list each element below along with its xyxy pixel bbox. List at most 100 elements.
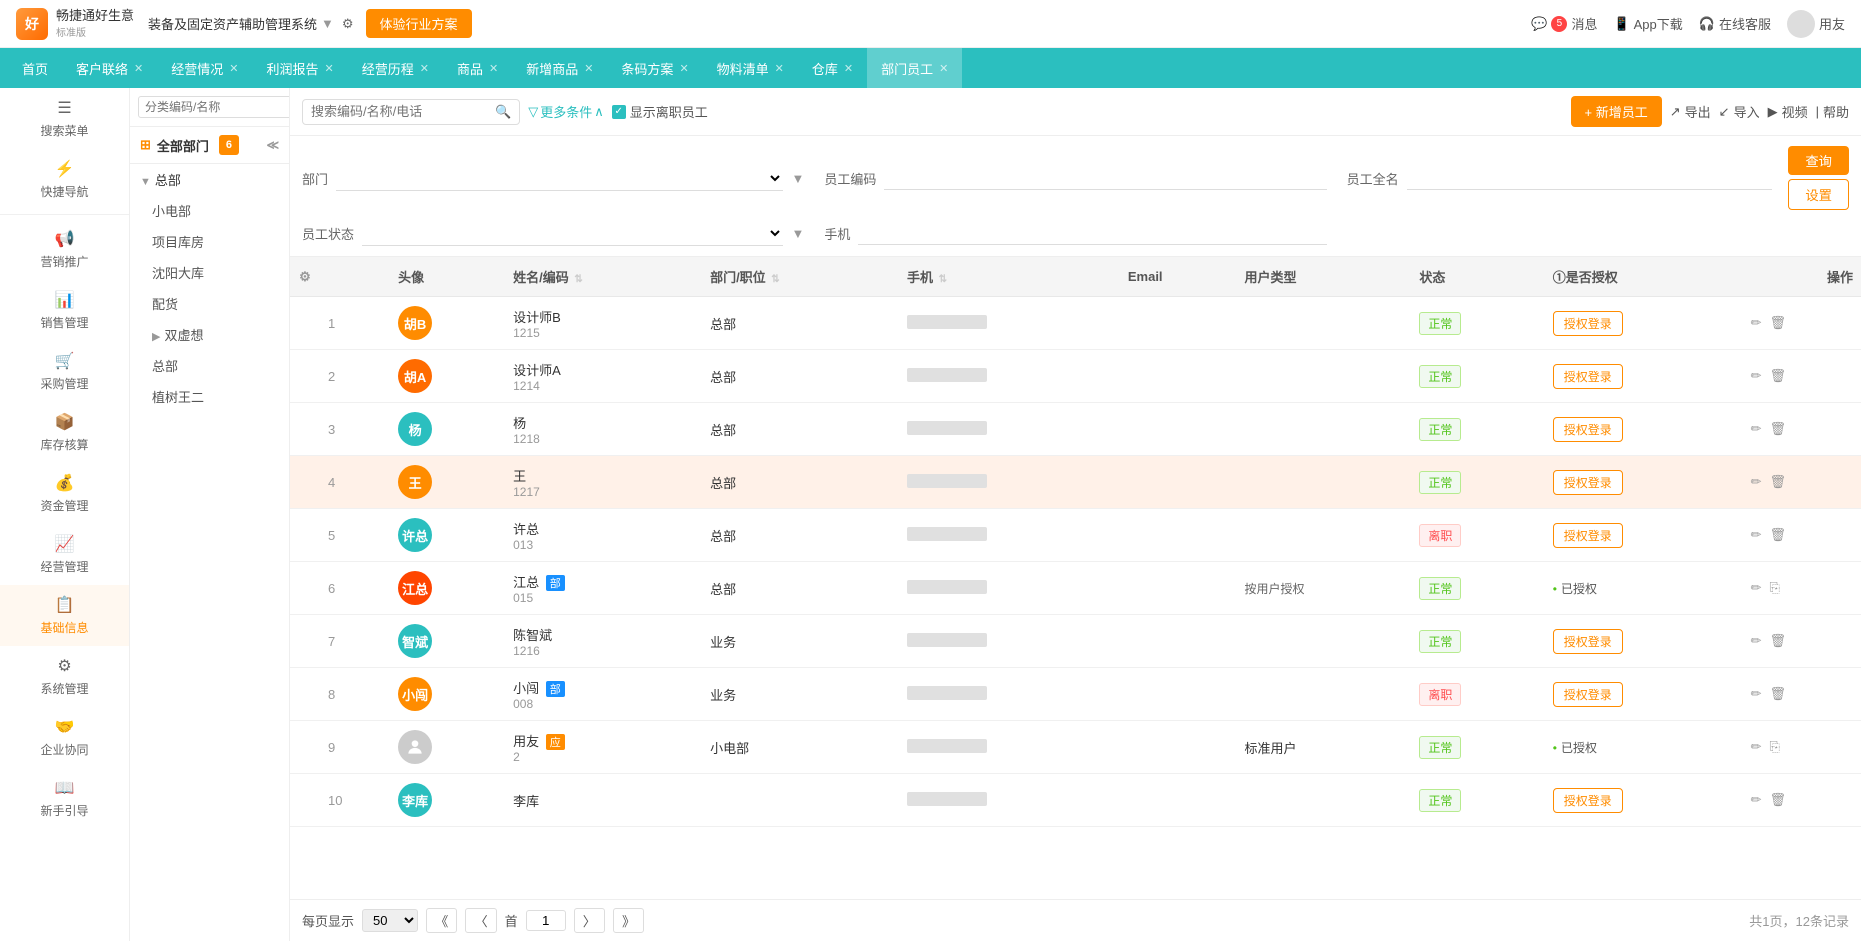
auth-button[interactable]: 授权登录 (1553, 364, 1623, 389)
delete-icon[interactable]: 🗑 (1770, 792, 1787, 808)
delete-icon[interactable]: 🗑 (1770, 474, 1787, 490)
delete-icon[interactable]: 🗑 (1770, 368, 1787, 384)
auth-button[interactable]: 授权登录 (1553, 629, 1623, 654)
edit-icon[interactable]: ✏ (1751, 633, 1762, 649)
tree-item-peihuo[interactable]: 配货 (130, 288, 289, 319)
sidebar-item-inventory[interactable]: 📦 库存核算 (0, 402, 129, 463)
auth-button[interactable]: 授权登录 (1553, 682, 1623, 707)
first-page-btn[interactable]: 《 (426, 908, 457, 933)
sidebar-item-quicknav[interactable]: ⚡ 快捷导航 (0, 149, 129, 210)
tab-goods[interactable]: 商品 ✕ (443, 48, 512, 88)
delete-icon[interactable]: 🗑 (1770, 686, 1787, 702)
tree-item-project[interactable]: 项目库房 (130, 226, 289, 257)
edit-icon[interactable]: ✏ (1751, 315, 1762, 331)
page-num-input[interactable] (526, 910, 566, 931)
col-name-code[interactable]: 姓名/编码 ⇅ (505, 257, 702, 297)
show-resigned-checkbox[interactable]: ✓ (612, 105, 626, 119)
close-profit-tab[interactable]: ✕ (325, 62, 334, 75)
tab-customer[interactable]: 客户联络 ✕ (62, 48, 157, 88)
close-goods-tab[interactable]: ✕ (489, 62, 498, 75)
show-resigned-area[interactable]: ✓ 显示离职员工 (612, 102, 708, 121)
edit-icon[interactable]: ✏ (1751, 368, 1762, 384)
edit-icon[interactable]: ✏ (1751, 739, 1762, 755)
trial-button[interactable]: 体验行业方案 (366, 9, 472, 38)
copy-icon[interactable]: ⎘ (1770, 739, 1780, 755)
last-page-btn[interactable]: 》 (613, 908, 644, 933)
filter-emp-name-input[interactable] (1407, 166, 1773, 190)
delete-icon[interactable]: 🗑 (1770, 421, 1787, 437)
tab-warehouse[interactable]: 仓库 ✕ (798, 48, 867, 88)
tab-barcode[interactable]: 条码方案 ✕ (607, 48, 702, 88)
copy-icon[interactable]: ⎘ (1770, 580, 1780, 596)
all-dept-label[interactable]: 全部部门 (157, 136, 209, 155)
help-btn[interactable]: | 帮助 (1816, 102, 1849, 121)
delete-icon[interactable]: 🗑 (1770, 633, 1787, 649)
delete-icon[interactable]: 🗑 (1770, 315, 1787, 331)
import-btn[interactable]: ↙ 导入 (1719, 102, 1760, 121)
tree-item-xiao-dian[interactable]: 小电部 (130, 195, 289, 226)
edit-icon[interactable]: ✏ (1751, 421, 1762, 437)
auth-button[interactable]: 授权登录 (1553, 470, 1623, 495)
view-btn[interactable]: ▶ 视频 (1768, 102, 1808, 121)
search-input[interactable] (311, 104, 491, 119)
edit-icon[interactable]: ✏ (1751, 580, 1762, 596)
tab-home[interactable]: 首页 (8, 48, 62, 88)
tree-item-zongbu[interactable]: 总部 (130, 350, 289, 381)
query-button[interactable]: 查询 (1788, 146, 1849, 175)
dept-search-input[interactable] (138, 96, 290, 118)
close-operation-tab[interactable]: ✕ (229, 62, 238, 75)
app-download-btn[interactable]: 📱 App下载 (1613, 14, 1682, 33)
auth-button[interactable]: 授权登录 (1553, 311, 1623, 336)
message-btn[interactable]: 💬 5 消息 (1531, 14, 1597, 33)
close-barcode-tab[interactable]: ✕ (679, 62, 688, 75)
tab-operation[interactable]: 经营情况 ✕ (157, 48, 252, 88)
sidebar-item-purchase[interactable]: 🛒 采购管理 (0, 341, 129, 402)
col-dept-pos[interactable]: 部门/职位 ⇅ (702, 257, 899, 297)
edit-icon[interactable]: ✏ (1751, 686, 1762, 702)
tab-history[interactable]: 经营历程 ✕ (348, 48, 443, 88)
edit-icon[interactable]: ✏ (1751, 792, 1762, 808)
close-bom-tab[interactable]: ✕ (775, 62, 784, 75)
settings-icon[interactable]: ⚙ (342, 16, 354, 32)
export-btn[interactable]: ↗ 导出 (1670, 102, 1711, 121)
user-area[interactable]: 用友 (1787, 10, 1845, 38)
filter-emp-code-input[interactable] (884, 166, 1326, 190)
sidebar-item-basic[interactable]: 📋 基础信息 (0, 585, 129, 646)
edit-icon[interactable]: ✏ (1751, 474, 1762, 490)
sidebar-item-finance[interactable]: 💰 资金管理 (0, 463, 129, 524)
tab-profit[interactable]: 利润报告 ✕ (252, 48, 347, 88)
auth-button[interactable]: 授权登录 (1553, 523, 1623, 548)
auth-button[interactable]: 授权登录 (1553, 417, 1623, 442)
col-settings[interactable]: ⚙ (290, 257, 320, 297)
more-filter-btn[interactable]: ▽ 更多条件 ∧ (528, 102, 604, 121)
sidebar-item-operation[interactable]: 📈 经营管理 (0, 524, 129, 585)
auth-button[interactable]: 授权登录 (1553, 788, 1623, 813)
filter-dept-select[interactable] (336, 165, 783, 191)
filter-phone-input[interactable] (858, 221, 1326, 245)
next-page-btn[interactable]: 〉 (574, 908, 605, 933)
sidebar-item-search[interactable]: ☰ 搜索菜单 (0, 88, 129, 149)
page-size-select[interactable]: 50 100 (362, 909, 418, 932)
tree-item-zhishu[interactable]: 植树王二 (130, 381, 289, 412)
sidebar-item-marketing[interactable]: 📢 营销推广 (0, 219, 129, 280)
tab-add-goods[interactable]: 新增商品 ✕ (512, 48, 607, 88)
sidebar-item-system[interactable]: ⚙ 系统管理 (0, 646, 129, 707)
edit-icon[interactable]: ✏ (1751, 527, 1762, 543)
delete-icon[interactable]: 🗑 (1770, 527, 1787, 543)
add-employee-button[interactable]: + 新增员工 (1571, 96, 1662, 127)
filter-emp-status-select[interactable] (362, 220, 783, 246)
sidebar-item-sales[interactable]: 📊 销售管理 (0, 280, 129, 341)
col-phone[interactable]: 手机 ⇅ (899, 257, 1120, 297)
tab-dept-employee[interactable]: 部门员工 ✕ (867, 48, 962, 88)
sidebar-item-guide[interactable]: 📖 新手引导 (0, 768, 129, 829)
search-icon[interactable]: 🔍 (495, 104, 511, 120)
close-add-goods-tab[interactable]: ✕ (584, 62, 593, 75)
collapse-btn[interactable]: ≪ (266, 138, 279, 152)
close-customer-tab[interactable]: ✕ (134, 62, 143, 75)
tree-item-shuang[interactable]: ▶双虚想 (130, 319, 289, 350)
online-support-btn[interactable]: 🎧 在线客服 (1699, 14, 1771, 33)
close-warehouse-tab[interactable]: ✕ (844, 62, 853, 75)
set-button[interactable]: 设置 (1788, 179, 1849, 210)
prev-page-btn[interactable]: 〈 (465, 908, 496, 933)
close-history-tab[interactable]: ✕ (420, 62, 429, 75)
